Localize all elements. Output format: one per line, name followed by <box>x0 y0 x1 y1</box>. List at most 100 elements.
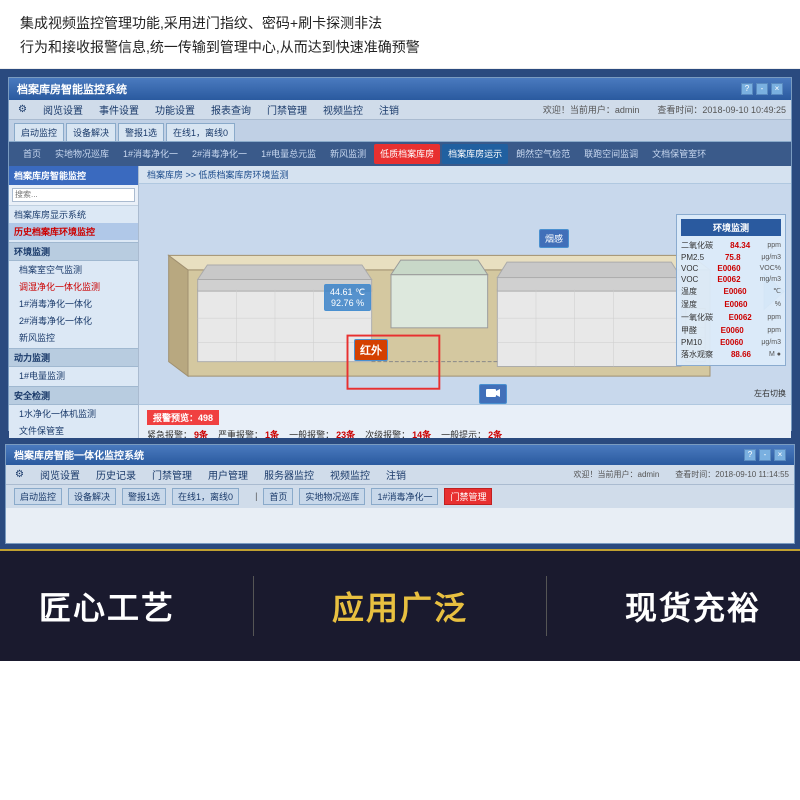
alarm-general: 一般报警： 23条 <box>289 428 355 438</box>
nav-air[interactable]: 朗然空气检范 <box>510 144 576 164</box>
menu2-item-5[interactable]: 服务器监控 <box>260 467 318 482</box>
sidebar-search-area <box>9 185 138 206</box>
menu-item-5[interactable]: 门禁管理 <box>263 102 311 117</box>
env-unit-water: M ● <box>769 351 781 358</box>
sidebar-search-input[interactable] <box>12 188 135 202</box>
menu2-item-4[interactable]: 用户管理 <box>204 467 252 482</box>
tab2-real[interactable]: 实地物况巡库 <box>299 488 365 505</box>
env-label-pm25: PM2.5 <box>681 253 704 262</box>
footer-divider-2 <box>546 576 547 636</box>
menu-gear-icon: ⚙ <box>14 104 31 115</box>
close-btn[interactable]: × <box>771 83 783 95</box>
tab2-device[interactable]: 设备解决 <box>68 488 116 505</box>
nav-space[interactable]: 联跑空间监调 <box>578 144 644 164</box>
menu-item-3[interactable]: 功能设置 <box>151 102 199 117</box>
menu2-item-2[interactable]: 历史记录 <box>92 467 140 482</box>
window-controls-2: ? - × <box>744 449 786 461</box>
menu-item-1[interactable]: 阅览设置 <box>39 102 87 117</box>
help-btn[interactable]: ? <box>741 83 753 95</box>
tab2-door[interactable]: 门禁管理 <box>444 488 492 505</box>
menu-item-2[interactable]: 事件设置 <box>95 102 143 117</box>
system1-title: 档案库房智能监控系统 <box>17 81 127 97</box>
nav-power[interactable]: 1#电量总元监 <box>255 144 322 164</box>
system2-screenshot: 档案库房智能一体化监控系统 ? - × ⚙ 阅览设置 历史记录 门禁管理 用户管… <box>0 439 800 549</box>
datetime-1: 查看时间：2018-09-10 10:49:25 <box>657 103 786 116</box>
minimize-btn[interactable]: - <box>756 83 768 95</box>
env-val-voc2: E0062 <box>717 275 740 284</box>
alarm-urgent: 紧急报警： 9条 <box>147 428 208 438</box>
nav-real[interactable]: 实地物况巡库 <box>49 144 115 164</box>
sidebar-item-power[interactable]: 1#电量监测 <box>9 367 138 384</box>
menu2-item-6[interactable]: 视频监控 <box>326 467 374 482</box>
tab2-disinfect[interactable]: 1#消毒净化一 <box>371 488 438 505</box>
alarm-urgent-label: 紧急报警： <box>147 428 192 438</box>
close-btn-2[interactable]: × <box>774 449 786 461</box>
env-label-co: 一氧化碳 <box>681 312 713 323</box>
sidebar-item-newwind[interactable]: 新风监控 <box>9 329 138 346</box>
env-panel-title: 环境监测 <box>681 219 781 236</box>
system2-window: 档案库房智能一体化监控系统 ? - × ⚙ 阅览设置 历史记录 门禁管理 用户管… <box>5 444 795 544</box>
env-row-co: 一氧化碳 E0062 ppm <box>681 311 781 324</box>
menu-item-6[interactable]: 视频监控 <box>319 102 367 117</box>
menu-bar-2: ⚙ 阅览设置 历史记录 门禁管理 用户管理 服务器监控 视频监控 注销 欢迎！当… <box>6 465 794 485</box>
user-info-2: 欢迎！当前用户：admin <box>574 469 660 480</box>
sidebar-item-history[interactable]: 历史档案库环境监控 <box>9 223 138 240</box>
sidebar-item-dis2[interactable]: 2#消毒净化一体化 <box>9 312 138 329</box>
env-row-voc2: VOC E0062 mg/m3 <box>681 274 781 285</box>
menu-item-4[interactable]: 报表查询 <box>207 102 255 117</box>
tab-device[interactable]: 设备解决 <box>66 123 116 141</box>
footer-text-stock: 现货充裕 <box>625 583 761 629</box>
alarm-notice-label: 一般提示： <box>441 428 486 438</box>
env-val-pm25: 75.8 <box>725 253 741 262</box>
nav-disinfect1[interactable]: 1#消毒净化一 <box>117 144 184 164</box>
env-val-pm10: E0060 <box>720 338 743 347</box>
alarm-severe: 严重报警： 1条 <box>218 428 279 438</box>
tab-alarm[interactable]: 警报1选 <box>118 123 164 141</box>
help-btn-2[interactable]: ? <box>744 449 756 461</box>
tab2-home[interactable]: 首页 <box>263 488 293 505</box>
env-row-humid: 湿度 E0060 % <box>681 298 781 311</box>
tab2-start[interactable]: 启动监控 <box>14 488 62 505</box>
nav-doc-room[interactable]: 文档保管室环 <box>646 144 712 164</box>
menu2-item-1[interactable]: 阅览设置 <box>36 467 84 482</box>
tab2-online[interactable]: 在线1，离线0 <box>172 488 239 505</box>
footer-text-craft: 匠心工艺 <box>39 583 175 629</box>
sidebar-item-dis1[interactable]: 1#消毒净化一体化 <box>9 295 138 312</box>
nav-wind[interactable]: 新风监测 <box>324 144 372 164</box>
nav-label: 左右切换 <box>754 388 786 399</box>
tab-online[interactable]: 在线1，离线0 <box>166 123 235 141</box>
menu-item-logout[interactable]: 注销 <box>375 102 403 117</box>
env-label-humid: 湿度 <box>681 299 697 310</box>
sidebar-section-power: 动力监测 <box>9 348 138 367</box>
intro-line1: 集成视频监控管理功能,采用进门指纹、密码+刷卡探测非法 <box>20 12 780 36</box>
sidebar-item-docroom[interactable]: 文件保管室 <box>9 422 138 438</box>
sidebar-item-humid[interactable]: 调湿净化一体化监测 <box>9 278 138 295</box>
sidebar-item-air[interactable]: 档案室空气监测 <box>9 261 138 278</box>
env-unit-voc2: mg/m3 <box>760 276 781 283</box>
nav-home[interactable]: 首页 <box>17 144 47 164</box>
breadcrumb-1: 档案库房 >> 低质档案库房环境监测 <box>139 166 791 184</box>
env-label-voc1: VOC <box>681 264 698 273</box>
alarm-secondary-count: 14条 <box>412 428 431 438</box>
footer-item-stock: 现货充裕 <box>625 583 761 629</box>
minimize-btn-2[interactable]: - <box>759 449 771 461</box>
menu2-item-logout[interactable]: 注销 <box>382 467 410 482</box>
nav-disinfect2[interactable]: 2#消毒净化一 <box>186 144 253 164</box>
sidebar-section-env: 环境监测 <box>9 242 138 261</box>
env-label-voc2: VOC <box>681 275 698 284</box>
env-val-voc1: E0060 <box>717 264 740 273</box>
sidebar-section-security: 安全检测 <box>9 386 138 405</box>
tab2-alarm[interactable]: 警报1选 <box>122 488 166 505</box>
floorplan-area: 烟感 44.61 ℃92.76 % 红外 左右切换 环境监测 <box>139 184 791 404</box>
sidebar-item-water[interactable]: 1水净化一体机监测 <box>9 405 138 422</box>
footer-item-wide: 应用广泛 <box>332 583 468 629</box>
sidebar-item-display[interactable]: 档案库房显示系统 <box>9 206 138 223</box>
menu2-item-3[interactable]: 门禁管理 <box>148 467 196 482</box>
tab-start[interactable]: 启动监控 <box>14 123 64 141</box>
nav-archive-low[interactable]: 低质档案库房 <box>374 144 440 164</box>
env-val-co2: 84.34 <box>730 241 750 250</box>
env-val-humid: E0060 <box>724 300 747 309</box>
alarm-notice-count: 2条 <box>488 428 502 438</box>
secondary-nav-1: 启动监控 设备解决 警报1选 在线1，离线0 <box>9 120 791 142</box>
nav-archive-room[interactable]: 档案库房运示 <box>442 144 508 164</box>
